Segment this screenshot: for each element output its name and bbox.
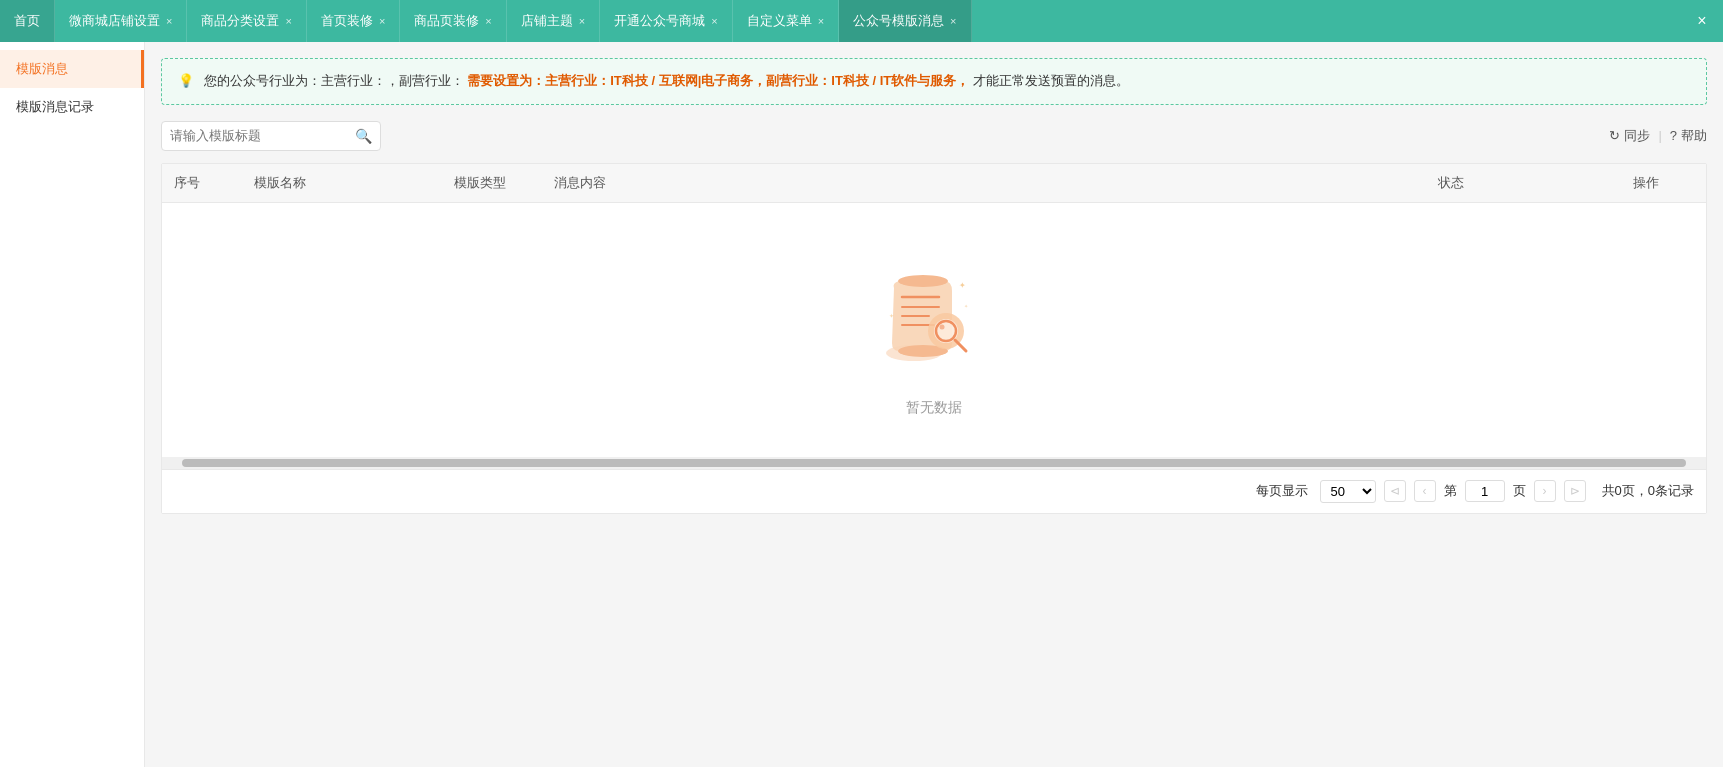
nav-tab-wshop-close[interactable]: ×	[166, 15, 172, 27]
sync-label: 同步	[1624, 127, 1650, 145]
sync-button[interactable]: ↻ 同步	[1609, 127, 1650, 145]
notice-box: 💡 您的公众号行业为：主营行业：，副营行业： 需要设置为：主营行业：IT科技 /…	[161, 58, 1707, 105]
svg-text:✦: ✦	[889, 313, 894, 319]
nav-global-close[interactable]: ×	[1681, 0, 1723, 42]
nav-tab-home-label: 首页	[14, 12, 40, 30]
sidebar-item-template-message-label: 模版消息	[16, 61, 68, 76]
help-button[interactable]: ? 帮助	[1670, 127, 1707, 145]
empty-icon-wrap: ✦ ✦ ✦	[874, 263, 994, 383]
help-label: 帮助	[1681, 127, 1707, 145]
top-nav: 首页 微商城店铺设置 × 商品分类设置 × 首页装修 × 商品页装修 × 店铺主…	[0, 0, 1723, 42]
svg-point-11	[940, 324, 945, 329]
next-page-button[interactable]: ›	[1534, 480, 1556, 502]
notice-suffix: 才能正常发送预置的消息。	[973, 73, 1129, 88]
nav-tab-category-label: 商品分类设置	[201, 12, 279, 30]
svg-point-1	[898, 275, 948, 287]
first-page-button[interactable]: ⊲	[1384, 480, 1406, 502]
th-no: 序号	[162, 164, 242, 202]
th-name: 模版名称	[242, 164, 442, 202]
nav-tab-theme[interactable]: 店铺主题 ×	[507, 0, 600, 42]
page-size-select[interactable]: 50 20 100	[1320, 480, 1376, 503]
th-type: 模版类型	[442, 164, 542, 202]
nav-tab-category-close[interactable]: ×	[285, 15, 291, 27]
svg-text:✦: ✦	[959, 281, 966, 290]
nav-tab-open-mall-close[interactable]: ×	[711, 15, 717, 27]
empty-state: ✦ ✦ ✦ 暂无数据	[162, 203, 1706, 457]
page-label-before: 第	[1444, 482, 1457, 500]
nav-tab-template-msg[interactable]: 公众号模版消息 ×	[839, 0, 971, 42]
page-size-label: 每页显示	[1256, 482, 1308, 500]
page-label-after: 页	[1513, 482, 1526, 500]
search-bar: 🔍 ↻ 同步 | ? 帮助	[161, 121, 1707, 151]
th-status: 状态	[1426, 164, 1586, 202]
nav-tab-template-msg-label: 公众号模版消息	[853, 12, 944, 30]
empty-illustration: ✦ ✦ ✦	[874, 263, 984, 373]
toolbar-right: ↻ 同步 | ? 帮助	[1609, 127, 1707, 145]
nav-tab-custom-menu-label: 自定义菜单	[747, 12, 812, 30]
page-number-input[interactable]	[1465, 480, 1505, 502]
nav-tab-theme-label: 店铺主题	[521, 12, 573, 30]
nav-tab-product-page-label: 商品页装修	[414, 12, 479, 30]
prev-page-button[interactable]: ‹	[1414, 480, 1436, 502]
bulb-icon: 💡	[178, 73, 194, 88]
nav-tab-template-msg-close[interactable]: ×	[950, 15, 956, 27]
table-header: 序号 模版名称 模版类型 消息内容 状态 操作	[162, 164, 1706, 203]
nav-tab-theme-close[interactable]: ×	[579, 15, 585, 27]
notice-highlight: 需要设置为：主营行业：IT科技 / 互联网|电子商务，副营行业：IT科技 / I…	[467, 73, 969, 88]
sync-icon: ↻	[1609, 128, 1620, 143]
sidebar-item-template-message-log[interactable]: 模版消息记录	[0, 88, 144, 126]
nav-tab-custom-menu[interactable]: 自定义菜单 ×	[733, 0, 839, 42]
nav-tab-open-mall[interactable]: 开通公众号商城 ×	[600, 0, 732, 42]
notice-prefix: 您的公众号行业为：主营行业：，副营行业：	[204, 73, 464, 88]
pagination: 每页显示 50 20 100 ⊲ ‹ 第 页 › ⊳ 共0页，0条记录	[162, 469, 1706, 513]
help-icon: ?	[1670, 128, 1677, 143]
total-info: 共0页，0条记录	[1602, 482, 1694, 500]
nav-tab-home[interactable]: 首页	[0, 0, 55, 42]
sidebar: 模版消息 模版消息记录	[0, 42, 145, 767]
search-icon[interactable]: 🔍	[355, 128, 372, 144]
last-page-button[interactable]: ⊳	[1564, 480, 1586, 502]
nav-tab-product-page-close[interactable]: ×	[485, 15, 491, 27]
svg-text:✦: ✦	[964, 303, 968, 309]
nav-tab-homepage-close[interactable]: ×	[379, 15, 385, 27]
nav-tab-open-mall-label: 开通公众号商城	[614, 12, 705, 30]
horizontal-scrollbar[interactable]	[162, 457, 1706, 469]
search-input-wrap[interactable]: 🔍	[161, 121, 381, 151]
toolbar-divider: |	[1658, 128, 1661, 143]
nav-tab-wshop[interactable]: 微商城店铺设置 ×	[55, 0, 187, 42]
empty-text: 暂无数据	[906, 399, 962, 417]
nav-tab-homepage-label: 首页装修	[321, 12, 373, 30]
nav-tab-wshop-label: 微商城店铺设置	[69, 12, 160, 30]
main-content: 💡 您的公众号行业为：主营行业：，副营行业： 需要设置为：主营行业：IT科技 /…	[145, 42, 1723, 767]
nav-tab-homepage[interactable]: 首页装修 ×	[307, 0, 400, 42]
scrollbar-thumb[interactable]	[182, 459, 1686, 467]
data-table: 序号 模版名称 模版类型 消息内容 状态 操作	[161, 163, 1707, 514]
th-action: 操作	[1586, 164, 1706, 202]
th-content: 消息内容	[542, 164, 1426, 202]
sidebar-item-template-message[interactable]: 模版消息	[0, 50, 144, 88]
nav-tab-category[interactable]: 商品分类设置 ×	[187, 0, 306, 42]
main-layout: 模版消息 模版消息记录 💡 您的公众号行业为：主营行业：，副营行业： 需要设置为…	[0, 42, 1723, 767]
sidebar-item-template-message-log-label: 模版消息记录	[16, 99, 94, 114]
nav-tab-product-page[interactable]: 商品页装修 ×	[400, 0, 506, 42]
nav-tab-custom-menu-close[interactable]: ×	[818, 15, 824, 27]
search-input[interactable]	[170, 128, 355, 143]
